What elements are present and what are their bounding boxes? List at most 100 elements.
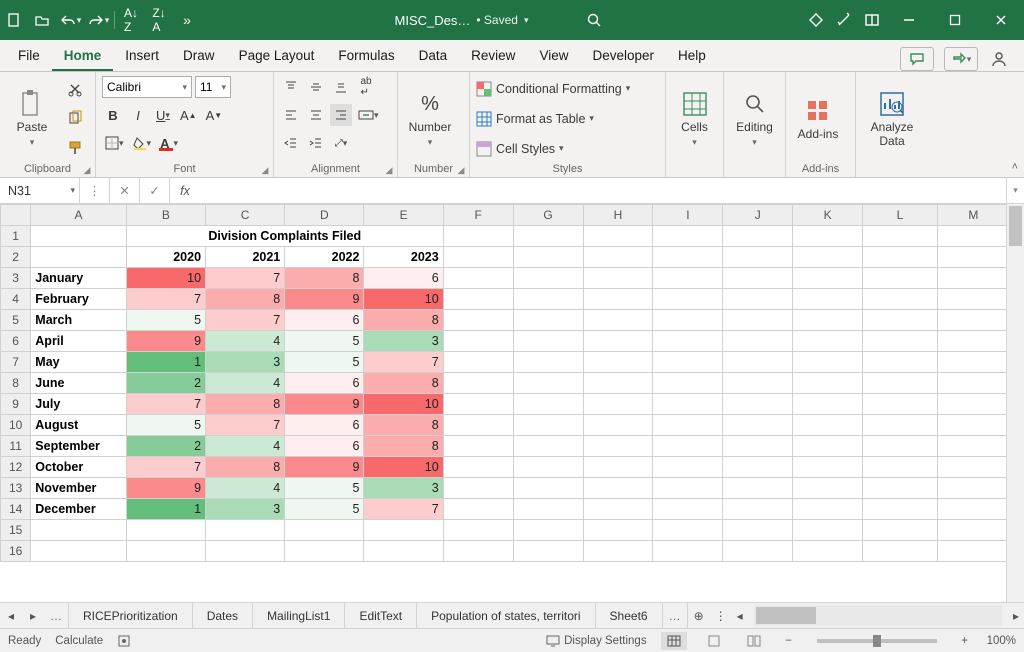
comments-button[interactable] <box>900 47 934 71</box>
tab-insert[interactable]: Insert <box>113 41 171 71</box>
cell-M1[interactable] <box>937 226 1006 247</box>
cell-E6[interactable]: 3 <box>364 331 443 352</box>
tab-data[interactable]: Data <box>407 41 460 71</box>
cell-F7[interactable] <box>443 352 513 373</box>
cell-G9[interactable] <box>513 394 583 415</box>
cell-A5[interactable]: March <box>31 310 127 331</box>
tab-home[interactable]: Home <box>52 41 114 71</box>
cell-A12[interactable]: October <box>31 457 127 478</box>
tab-help[interactable]: Help <box>666 41 718 71</box>
format-as-table-button[interactable]: Format as Table▾ <box>476 108 594 130</box>
cell-E4[interactable]: 10 <box>364 289 443 310</box>
cell-H9[interactable] <box>583 394 653 415</box>
cell-B13[interactable]: 9 <box>126 478 205 499</box>
cell-K1[interactable] <box>793 226 863 247</box>
align-left-icon[interactable] <box>280 104 302 126</box>
cell-I9[interactable] <box>653 394 723 415</box>
cell-F9[interactable] <box>443 394 513 415</box>
cell-H15[interactable] <box>583 520 653 541</box>
cell-K8[interactable] <box>793 373 863 394</box>
align-top-icon[interactable] <box>280 76 302 98</box>
view-normal-icon[interactable] <box>661 632 687 650</box>
cell-D6[interactable]: 5 <box>285 331 364 352</box>
cell-A7[interactable]: May <box>31 352 127 373</box>
cell-B3[interactable]: 10 <box>126 268 205 289</box>
row-header-6[interactable]: 6 <box>1 331 31 352</box>
cell-C6[interactable]: 4 <box>206 331 285 352</box>
cell-D15[interactable] <box>285 520 364 541</box>
cell-D2[interactable]: 2022 <box>285 247 364 268</box>
font-color-icon[interactable]: A▾ <box>157 132 181 154</box>
paste-button[interactable]: Paste ▾ <box>6 76 58 161</box>
cell-C13[interactable]: 4 <box>206 478 285 499</box>
cell-G4[interactable] <box>513 289 583 310</box>
cell-G13[interactable] <box>513 478 583 499</box>
qa-diamond-icon[interactable] <box>802 0 830 40</box>
cell-B9[interactable]: 7 <box>126 394 205 415</box>
cell-B12[interactable]: 7 <box>126 457 205 478</box>
cell-G1[interactable] <box>513 226 583 247</box>
cell-L6[interactable] <box>863 331 938 352</box>
cell-B14[interactable]: 1 <box>126 499 205 520</box>
spreadsheet-grid[interactable]: ABCDEFGHIJKLM1Division Complaints Filed2… <box>0 204 1006 602</box>
cell-J11[interactable] <box>723 436 793 457</box>
qa-new-icon[interactable] <box>0 0 28 40</box>
cell-C15[interactable] <box>206 520 285 541</box>
cell-K15[interactable] <box>793 520 863 541</box>
select-all-corner[interactable] <box>1 205 31 226</box>
cell-A3[interactable]: January <box>31 268 127 289</box>
align-middle-icon[interactable] <box>305 76 327 98</box>
cell-H5[interactable] <box>583 310 653 331</box>
cell-K6[interactable] <box>793 331 863 352</box>
cell-E8[interactable]: 8 <box>364 373 443 394</box>
cell-A14[interactable]: December <box>31 499 127 520</box>
cell-M2[interactable] <box>937 247 1006 268</box>
cell-F16[interactable] <box>443 541 513 562</box>
sheet-tab-edittext[interactable]: EditText <box>345 603 417 628</box>
cell-L9[interactable] <box>863 394 938 415</box>
cell-F12[interactable] <box>443 457 513 478</box>
col-header-K[interactable]: K <box>793 205 863 226</box>
cell-G3[interactable] <box>513 268 583 289</box>
borders-icon[interactable]: ▾ <box>102 132 127 154</box>
cell-B6[interactable]: 9 <box>126 331 205 352</box>
cell-J12[interactable] <box>723 457 793 478</box>
cell-H2[interactable] <box>583 247 653 268</box>
cell-G5[interactable] <box>513 310 583 331</box>
wrap-text-icon[interactable]: ab↵ <box>355 76 377 98</box>
cell-F5[interactable] <box>443 310 513 331</box>
cell-D14[interactable]: 5 <box>285 499 364 520</box>
hscroll-right-icon[interactable]: ▸ <box>1008 603 1024 628</box>
cell-B7[interactable]: 1 <box>126 352 205 373</box>
row-header-13[interactable]: 13 <box>1 478 31 499</box>
cell-J7[interactable] <box>723 352 793 373</box>
col-header-H[interactable]: H <box>583 205 653 226</box>
cell-C12[interactable]: 8 <box>206 457 285 478</box>
cell-G7[interactable] <box>513 352 583 373</box>
name-box[interactable]: N31 <box>0 178 80 203</box>
cell-B8[interactable]: 2 <box>126 373 205 394</box>
cell-F14[interactable] <box>443 499 513 520</box>
cell-E11[interactable]: 8 <box>364 436 443 457</box>
bold-button[interactable]: B <box>102 104 124 126</box>
row-header-10[interactable]: 10 <box>1 415 31 436</box>
cell-J13[interactable] <box>723 478 793 499</box>
cell-F2[interactable] <box>443 247 513 268</box>
cell-E10[interactable]: 8 <box>364 415 443 436</box>
cell-D9[interactable]: 9 <box>285 394 364 415</box>
cell-C4[interactable]: 8 <box>206 289 285 310</box>
cell-K9[interactable] <box>793 394 863 415</box>
qa-redo-icon[interactable]: ▾ <box>84 0 112 40</box>
cell-D8[interactable]: 6 <box>285 373 364 394</box>
cell-K13[interactable] <box>793 478 863 499</box>
cell-L3[interactable] <box>863 268 938 289</box>
cell-I2[interactable] <box>653 247 723 268</box>
horizontal-scrollbar[interactable] <box>754 605 1002 626</box>
row-header-9[interactable]: 9 <box>1 394 31 415</box>
sheet-tab-riceprioritization[interactable]: RICEPrioritization <box>69 603 193 628</box>
cell-M10[interactable] <box>937 415 1006 436</box>
cell-L11[interactable] <box>863 436 938 457</box>
cell-J16[interactable] <box>723 541 793 562</box>
cell-A16[interactable] <box>31 541 127 562</box>
cell-L15[interactable] <box>863 520 938 541</box>
